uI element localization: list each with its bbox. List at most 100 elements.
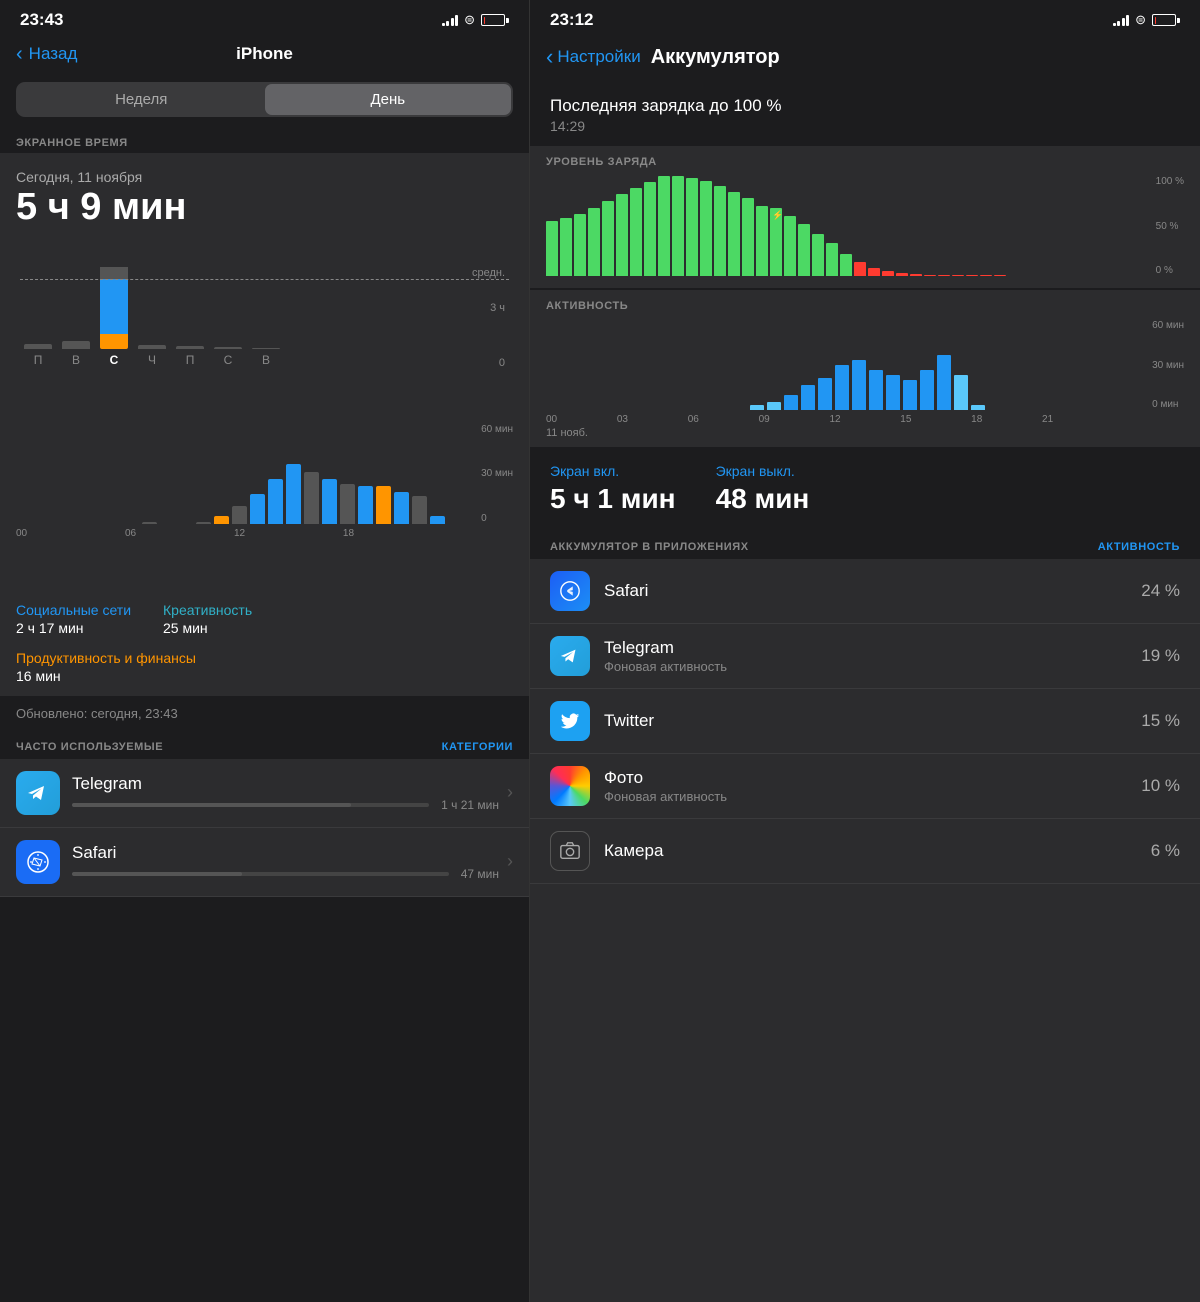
screen-off-label: Экран выкл. — [716, 463, 810, 479]
right-panel: 23:12 ⊜ ‹ Настройки Аккумулятор — [530, 0, 1200, 1302]
telegram-name: Telegram — [72, 774, 499, 794]
battery-level-label: УРОВЕНЬ ЗАРЯДА — [546, 156, 1184, 168]
act-x-15: 15 — [900, 414, 911, 425]
batt-y-100: 100 % — [1156, 176, 1184, 187]
right-app-telegram[interactable]: Telegram Фоновая активность 19 % — [530, 624, 1200, 689]
cat-prod-time: 16 мин — [16, 668, 513, 684]
right-photos-icon — [550, 766, 590, 806]
act-x-18: 18 — [971, 414, 982, 425]
screen-on-stat: Экран вкл. 5 ч 1 мин — [550, 463, 676, 515]
avg-label: средн. — [472, 267, 505, 279]
cat-creative-name: Креативность — [163, 602, 252, 618]
act-y-30: 30 мин — [1152, 360, 1184, 371]
right-status-bar: 23:12 ⊜ — [530, 0, 1200, 36]
y-label-3h: 3 ч — [490, 302, 505, 314]
categories-link[interactable]: КАТЕГОРИИ — [442, 741, 513, 753]
screen-off-value: 48 мин — [716, 483, 810, 515]
activity-label: АКТИВНОСТЬ — [546, 300, 1184, 312]
right-camera-info: Камера — [604, 841, 1151, 861]
act-x-21: 21 — [1042, 414, 1053, 425]
y-label-0: 0 — [499, 357, 505, 369]
screentime-date: Сегодня, 11 ноября — [16, 169, 513, 185]
right-telegram-name: Telegram — [604, 638, 1141, 658]
telegram-icon — [16, 771, 60, 815]
cat-social: Социальные сети 2 ч 17 мин — [16, 602, 131, 636]
cat-creative-time: 25 мин — [163, 620, 252, 636]
back-button[interactable]: ‹ Назад — [16, 43, 77, 66]
safari-chevron-icon: › — [507, 851, 513, 872]
right-app-list: Safari 24 % Telegram Фоновая активность … — [530, 559, 1200, 1302]
screen-stats: Экран вкл. 5 ч 1 мин Экран выкл. 48 мин — [530, 447, 1200, 531]
app-item-safari[interactable]: Safari 47 мин › — [0, 828, 529, 897]
back-label: Назад — [29, 44, 78, 64]
left-nav-bar: ‹ Назад iPhone — [0, 36, 529, 74]
list-header: ЧАСТО ИСПОЛЬЗУЕМЫЕ КАТЕГОРИИ — [0, 731, 529, 759]
right-signal-icon — [1113, 14, 1130, 26]
right-back-button[interactable]: ‹ Настройки — [546, 44, 641, 70]
cat-social-name: Социальные сети — [16, 602, 131, 618]
bar-col-1: П — [24, 344, 52, 367]
right-wifi-icon: ⊜ — [1135, 12, 1146, 28]
segment-control: Неделя День — [16, 82, 513, 117]
screentime-card: Сегодня, 11 ноября 5 ч 9 мин средн. 3 ч … — [0, 153, 529, 412]
right-battery-icon — [1152, 14, 1180, 26]
x-label-00: 00 — [16, 528, 27, 539]
right-twitter-icon — [550, 701, 590, 741]
act-y-60: 60 мин — [1152, 320, 1184, 331]
right-app-safari[interactable]: Safari 24 % — [530, 559, 1200, 624]
right-twitter-name: Twitter — [604, 711, 1141, 731]
last-charge-section: Последняя зарядка до 100 % 14:29 — [530, 80, 1200, 146]
screen-off-stat: Экран выкл. 48 мин — [716, 463, 810, 515]
apps-battery-title: АККУМУЛЯТОР В ПРИЛОЖЕНИЯХ — [550, 541, 749, 553]
hourly-y-mid: 30 мин — [481, 468, 513, 479]
activity-chart-wrapper: 60 мин 30 мин 0 мин — [546, 320, 1184, 447]
safari-bar-fill — [72, 872, 242, 876]
right-photos-sub: Фоновая активность — [604, 789, 1141, 804]
left-status-icons: ⊜ — [442, 12, 509, 28]
safari-icon — [16, 840, 60, 884]
bar-col-6: С — [214, 347, 242, 367]
right-twitter-info: Twitter — [604, 711, 1141, 731]
updated-row: Обновлено: сегодня, 23:43 — [0, 696, 529, 731]
bar-label-today: С — [110, 353, 119, 367]
screentime-section-label: ЭКРАННОЕ ВРЕМЯ — [0, 129, 529, 153]
left-time: 23:43 — [20, 10, 63, 30]
left-status-bar: 23:43 ⊜ — [0, 0, 529, 36]
right-app-camera[interactable]: Камера 6 % — [530, 819, 1200, 884]
app-item-telegram[interactable]: Telegram 1 ч 21 мин › — [0, 759, 529, 828]
x-label-18: 18 — [343, 528, 354, 539]
right-status-icons: ⊜ — [1113, 12, 1180, 28]
wifi-icon: ⊜ — [464, 12, 475, 28]
right-app-photos[interactable]: Фото Фоновая активность 10 % — [530, 754, 1200, 819]
apps-activity-toggle[interactable]: АКТИВНОСТЬ — [1098, 541, 1180, 553]
bar-col-5: П — [176, 346, 204, 367]
right-nav-bar: ‹ Настройки Аккумулятор — [530, 36, 1200, 80]
cat-prod-name: Продуктивность и финансы — [16, 650, 513, 666]
bar-col-2: В — [62, 341, 90, 367]
right-safari-pct: 24 % — [1141, 581, 1180, 601]
bar-label-6: С — [224, 353, 233, 367]
act-date: 11 нояб. — [546, 425, 1124, 447]
bar-col-today: С — [100, 267, 128, 367]
right-page-title: Аккумулятор — [651, 46, 780, 69]
right-photos-info: Фото Фоновая активность — [604, 768, 1141, 804]
right-photos-pct: 10 % — [1141, 776, 1180, 796]
categories-row: Социальные сети 2 ч 17 мин Креативность … — [0, 592, 529, 650]
right-chevron-icon: ‹ — [546, 44, 553, 70]
right-camera-icon — [550, 831, 590, 871]
right-photos-name: Фото — [604, 768, 1141, 788]
act-x-00: 00 — [546, 414, 557, 425]
safari-name: Safari — [72, 843, 499, 863]
page-title: iPhone — [236, 44, 293, 64]
telegram-info: Telegram 1 ч 21 мин — [72, 774, 499, 812]
safari-bar-row: 47 мин — [72, 867, 499, 881]
cat-productivity-row: Продуктивность и финансы 16 мин — [0, 650, 529, 696]
right-app-twitter[interactable]: Twitter 15 % — [530, 689, 1200, 754]
screentime-total: 5 ч 9 мин — [16, 187, 513, 229]
week-segment-btn[interactable]: Неделя — [18, 84, 265, 115]
weekly-chart: средн. 3 ч 0 П В — [16, 257, 513, 412]
signal-icon — [442, 14, 459, 26]
safari-bar-bg — [72, 872, 449, 876]
day-segment-btn[interactable]: День — [265, 84, 512, 115]
bar-label-5: П — [186, 353, 195, 367]
